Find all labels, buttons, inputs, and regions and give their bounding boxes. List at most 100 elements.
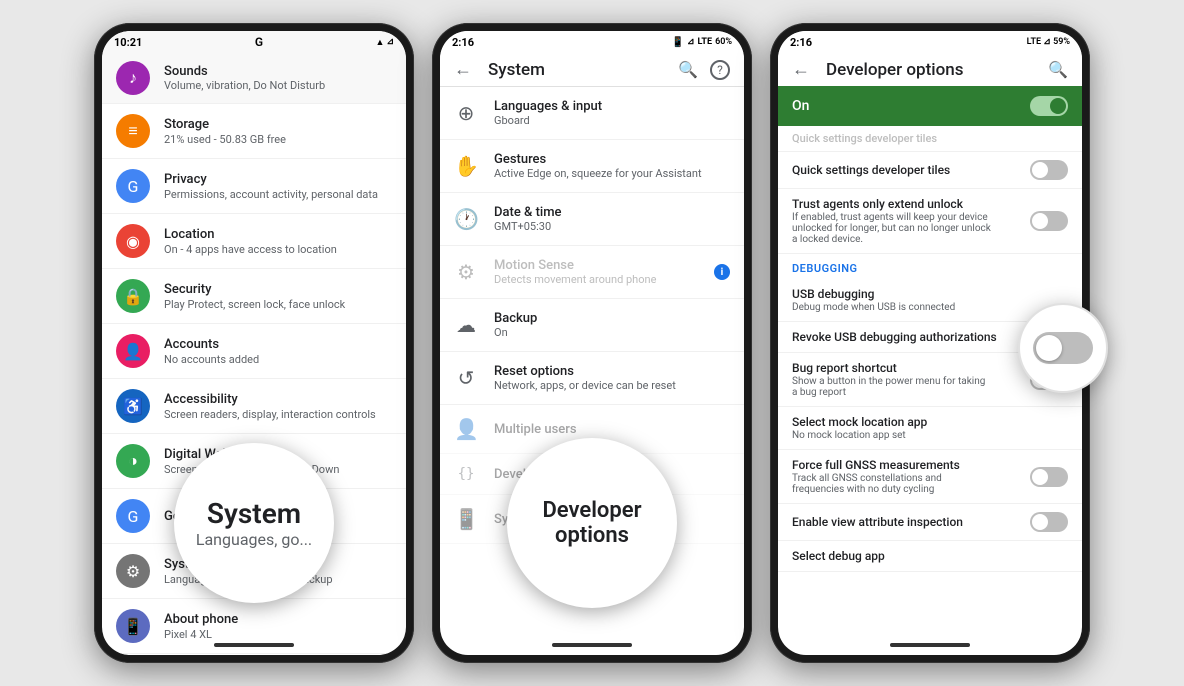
motion-sense-badge: i [714, 264, 730, 280]
phone-3: 2:16 LTE ⊿ 59% ← Developer options 🔍 On [770, 23, 1090, 663]
reset-options-item[interactable]: ↺ Reset options Network, apps, or device… [440, 352, 744, 405]
nav-bar-3 [890, 643, 970, 647]
time-3: 2:16 [790, 36, 812, 49]
lte-label: LTE [698, 37, 713, 47]
usb-debug-circle [1018, 303, 1108, 393]
date-time-icon: 🕐 [454, 207, 478, 231]
accessibility-text: Accessibility Screen readers, display, i… [164, 392, 376, 421]
accessibility-item[interactable]: ♿ Accessibility Screen readers, display,… [102, 379, 406, 434]
view-attribute-toggle[interactable] [1030, 512, 1068, 532]
about-phone-icon: 📱 [116, 609, 150, 643]
status-icons-2: 📱 ⊿ LTE 60% [672, 37, 732, 48]
location-text: Location On - 4 apps have access to loca… [164, 227, 337, 256]
security-item[interactable]: 🔒 Security Play Protect, screen lock, fa… [102, 269, 406, 324]
reset-options-text: Reset options Network, apps, or device c… [494, 364, 676, 392]
trust-agents-item[interactable]: Quick settings developer tiles [778, 152, 1082, 189]
magnify-content-1: System Languages, go... [196, 497, 312, 549]
multiple-users-text: Multiple users [494, 422, 577, 437]
gnss-toggle[interactable] [1030, 467, 1068, 487]
location-item[interactable]: ◉ Location On - 4 apps have access to lo… [102, 214, 406, 269]
gestures-icon: ✋ [454, 154, 478, 178]
bug-report-text: Bug report shortcut Show a button in the… [792, 361, 992, 398]
developer-options-icon: {} [454, 466, 478, 482]
accounts-icon: 👤 [116, 334, 150, 368]
status-bar-2: 2:16 📱 ⊿ LTE 60% [440, 31, 744, 53]
status-icons-3: LTE ⊿ 59% [1027, 37, 1070, 47]
phone3-status-icons: LTE ⊿ 59% [1027, 37, 1070, 47]
mock-location-text: Select mock location app No mock locatio… [792, 415, 927, 441]
google-icon: G [116, 499, 150, 533]
battery-icon: 60% [715, 37, 732, 47]
search-icon-2[interactable]: 🔍 [678, 60, 698, 80]
dev-options-header: ← Developer options 🔍 [778, 53, 1082, 86]
system-screen-title: System [488, 60, 662, 80]
gestures-item[interactable]: ✋ Gestures Active Edge on, squeeze for y… [440, 140, 744, 193]
motion-sense-item[interactable]: ⚙ Motion Sense Detects movement around p… [440, 246, 744, 299]
tips-support-item[interactable]: ? Tips & support Help articles, phone & … [102, 654, 406, 655]
phone-2: 2:16 📱 ⊿ LTE 60% ← System 🔍 ? [432, 23, 752, 663]
privacy-icon: G [116, 169, 150, 203]
dev-options-top-items: Quick settings developer tiles Quick set… [778, 126, 1082, 254]
view-attribute-item[interactable]: Enable view attribute inspection [778, 504, 1082, 541]
languages-input-item[interactable]: ⊕ Languages & input Gboard [440, 87, 744, 140]
storage-item[interactable]: ≡ Storage 21% used - 50.83 GB free [102, 104, 406, 159]
accessibility-icon: ♿ [116, 389, 150, 423]
lock-screen-trust-text: Trust agents only extend unlock If enabl… [792, 197, 992, 245]
view-attribute-toggle-thumb [1032, 514, 1048, 530]
signal-icon: ⊿ [386, 37, 394, 47]
google-icon-status: G [255, 35, 263, 49]
storage-text: Storage 21% used - 50.83 GB free [164, 117, 286, 146]
sounds-item[interactable]: ♪ Sounds Volume, vibration, Do Not Distu… [102, 53, 406, 104]
system-icon: ⚙ [116, 554, 150, 588]
gnss-text: Force full GNSS measurements Track all G… [792, 458, 992, 495]
status-bar-1: 10:21 G ▲ ⊿ [102, 31, 406, 53]
privacy-item[interactable]: G Privacy Permissions, account activity,… [102, 159, 406, 214]
quick-settings-dev-text: Quick settings developer tiles [792, 132, 937, 145]
trust-agents-toggle[interactable] [1030, 160, 1068, 180]
digital-wellbeing-icon: ◑ [116, 444, 150, 478]
select-debug-app-item[interactable]: Select debug app [778, 541, 1082, 572]
time-1: 10:21 [114, 36, 142, 49]
dev-toggle-on[interactable] [1030, 96, 1068, 116]
languages-text: Languages & input Gboard [494, 99, 602, 127]
search-icon-3[interactable]: 🔍 [1048, 60, 1068, 79]
gestures-text: Gestures Active Edge on, squeeze for you… [494, 152, 702, 180]
dev-on-bar[interactable]: On [778, 86, 1082, 126]
motion-sense-icon: ⚙ [454, 260, 478, 284]
usb-debugging-text: USB debugging Debug mode when USB is con… [792, 287, 955, 313]
status-icons-1: ▲ ⊿ [376, 37, 394, 48]
about-phone-text: About phone Pixel 4 XL [164, 612, 238, 641]
privacy-text: Privacy Permissions, account activity, p… [164, 172, 378, 201]
accounts-item[interactable]: 👤 Accounts No accounts added [102, 324, 406, 379]
gnss-item[interactable]: Force full GNSS measurements Track all G… [778, 450, 1082, 504]
motion-sense-text: Motion Sense Detects movement around pho… [494, 258, 656, 286]
magnify-content-2: Developer options [510, 498, 674, 548]
backup-item[interactable]: ☁ Backup On [440, 299, 744, 352]
lock-screen-trust-toggle-thumb [1032, 213, 1048, 229]
date-time-item[interactable]: 🕐 Date & time GMT+05:30 [440, 193, 744, 246]
trust-agents-text: Quick settings developer tiles [792, 163, 950, 178]
magnify-text-2: Developer options [510, 498, 674, 548]
toggle-thumb-on [1050, 98, 1066, 114]
magnify-circle-2: Developer options [507, 438, 677, 608]
help-icon-2[interactable]: ? [710, 60, 730, 80]
back-button-3[interactable]: ← [792, 59, 810, 80]
back-button-2[interactable]: ← [454, 59, 472, 80]
usb-debug-toggle-large[interactable] [1033, 332, 1093, 364]
quick-settings-dev-item[interactable]: Quick settings developer tiles [778, 126, 1082, 152]
dev-options-title: Developer options [826, 60, 1032, 80]
security-text: Security Play Protect, screen lock, face… [164, 282, 345, 311]
backup-text: Backup On [494, 311, 537, 339]
security-icon: 🔒 [116, 279, 150, 313]
header-icons-2: 🔍 ? [678, 60, 730, 80]
mock-location-item[interactable]: Select mock location app No mock locatio… [778, 407, 1082, 450]
trust-agents-toggle-thumb [1032, 162, 1048, 178]
system-update-icon: 📱 [454, 507, 478, 531]
status-bar-3: 2:16 LTE ⊿ 59% [778, 31, 1082, 53]
reset-options-icon: ↺ [454, 366, 478, 390]
location-icon: ◉ [116, 224, 150, 258]
accounts-text: Accounts No accounts added [164, 337, 259, 366]
lock-screen-trust-item[interactable]: Trust agents only extend unlock If enabl… [778, 189, 1082, 254]
lock-screen-trust-toggle[interactable] [1030, 211, 1068, 231]
phone-1: 10:21 G ▲ ⊿ ♪ Sounds Volume, vibration, … [94, 23, 414, 663]
